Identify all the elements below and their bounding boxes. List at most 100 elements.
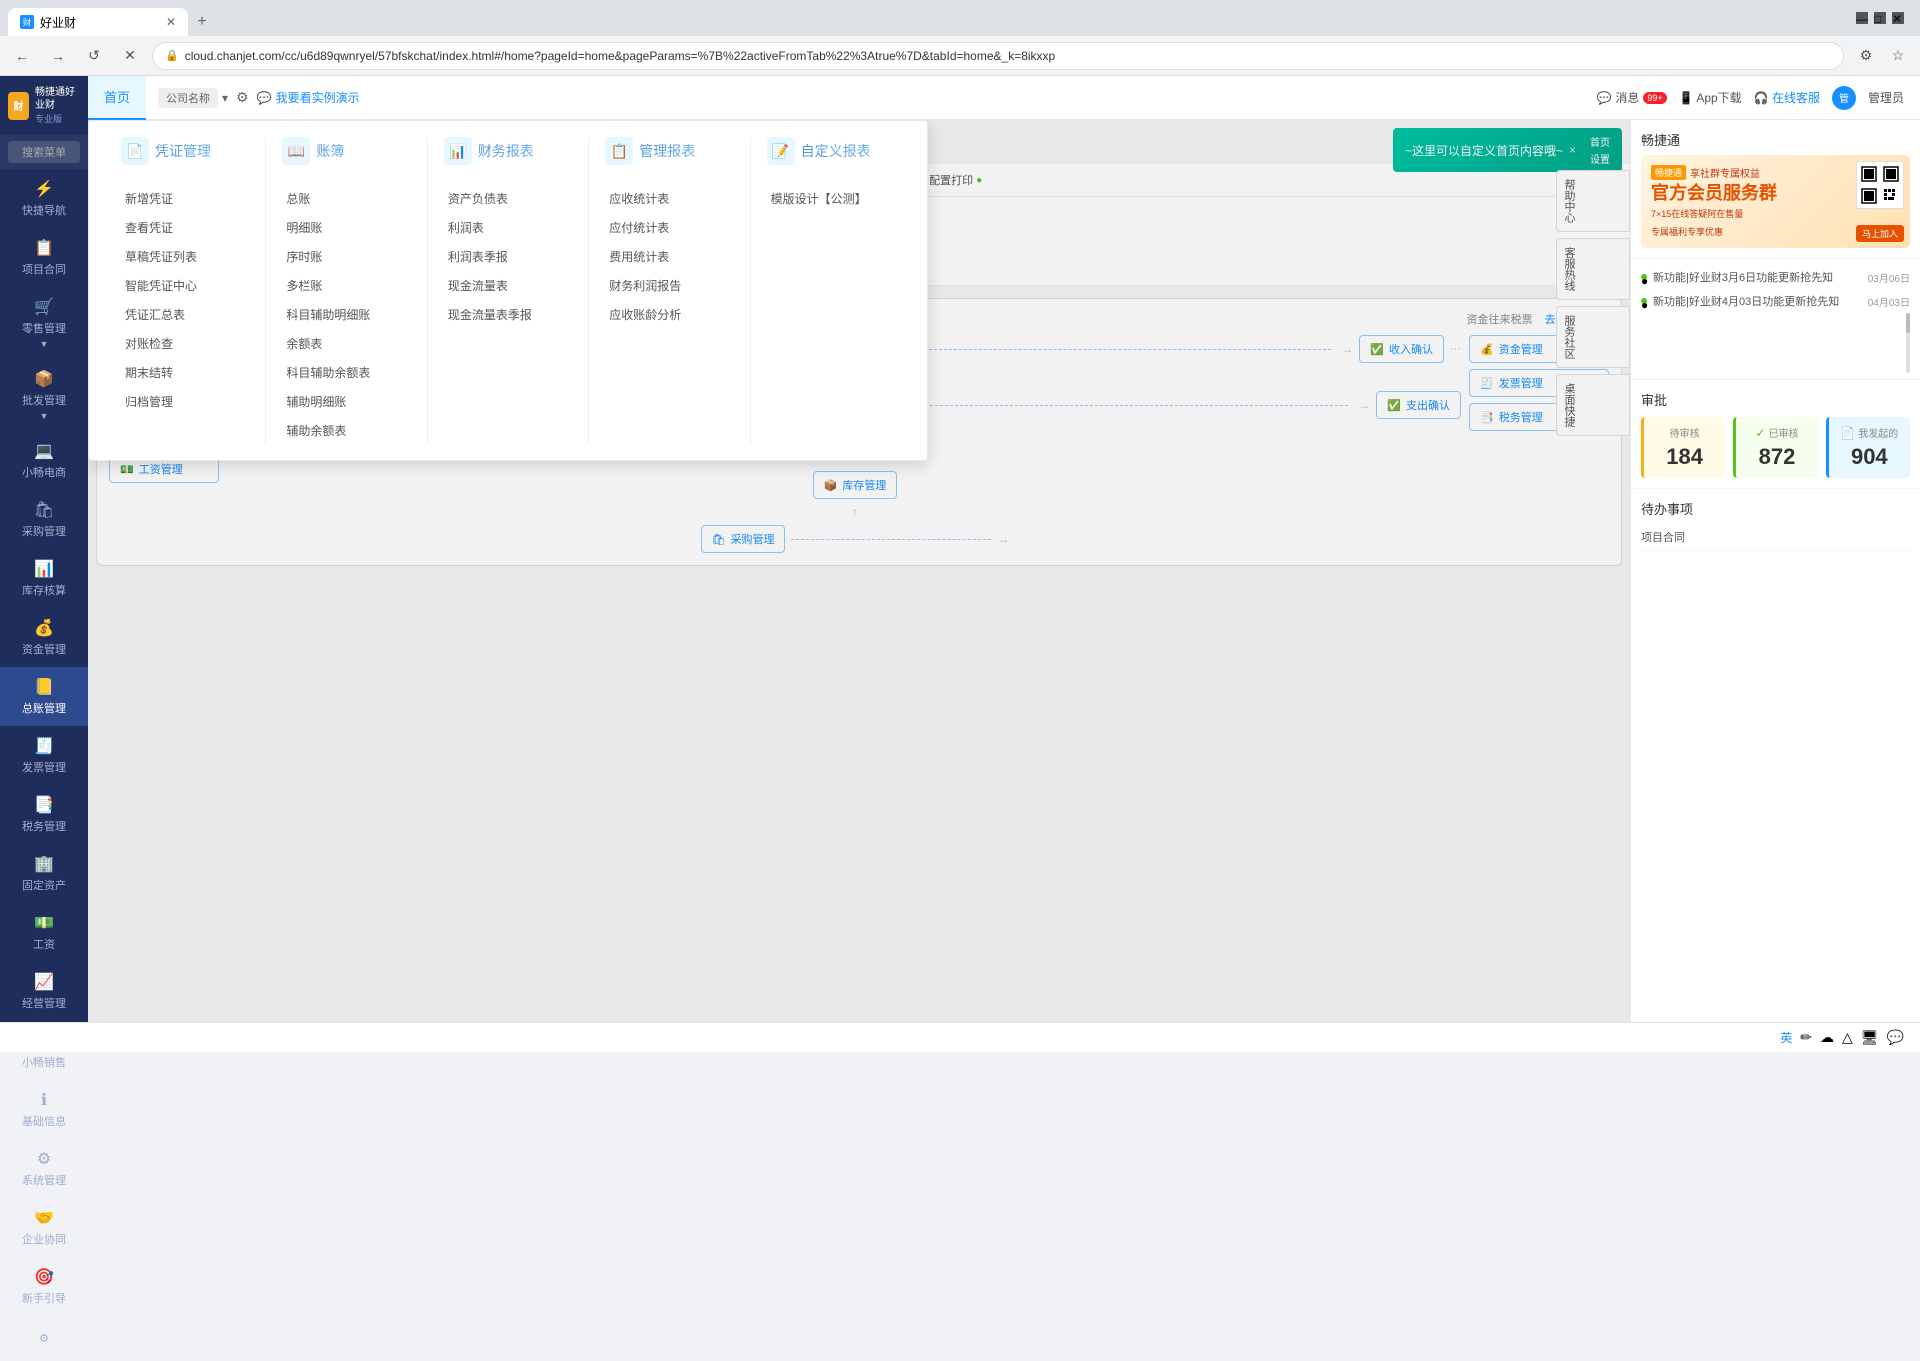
- menu-reconcile[interactable]: 对账检查: [121, 330, 249, 357]
- forward-button[interactable]: →: [44, 42, 72, 70]
- menu-multi-column[interactable]: 多栏账: [282, 272, 410, 299]
- dropdown-menu[interactable]: 📄 凭证管理 新增凭证 查看凭证 草稿凭证列表 智能凭证中心 凭证汇总表 对账检…: [88, 120, 928, 461]
- address-bar[interactable]: 🔒 cloud.chanjet.com/cc/u6d89qwnryel/57bf…: [152, 42, 1844, 70]
- sidebar-item-tax[interactable]: 📑 税务管理: [0, 785, 88, 844]
- bottom-icon-3[interactable]: △: [1842, 1029, 1853, 1046]
- news-item-1[interactable]: ● 新功能|好业财3月6日功能更新抢先知 03月06日: [1641, 265, 1910, 289]
- bottom-translate-btn[interactable]: 英: [1780, 1029, 1792, 1046]
- salary-icon: 💵: [34, 913, 54, 933]
- menu-fin-profit[interactable]: 财务利润报告: [605, 272, 733, 299]
- menu-new-voucher[interactable]: 新增凭证: [121, 185, 249, 212]
- menu-voucher-summary[interactable]: 凭证汇总表: [121, 301, 249, 328]
- news-item-2[interactable]: ● 新功能|好业财4月03日功能更新抢先知 04月03日: [1641, 289, 1910, 313]
- bookmark-button[interactable]: ☆: [1884, 42, 1912, 70]
- sidebar-item-shortcut[interactable]: ⚡ 快捷导航: [0, 169, 88, 228]
- browser-maximize[interactable]: □: [1874, 12, 1886, 24]
- system-label: 系统管理: [22, 1172, 66, 1188]
- sidebar-item-salary[interactable]: 💵 工资: [0, 903, 88, 962]
- menu-balance-sheet[interactable]: 资产负债表: [444, 185, 572, 212]
- search-bar[interactable]: 搜索菜单: [8, 141, 80, 163]
- menu-view-voucher[interactable]: 查看凭证: [121, 214, 249, 241]
- sidebar-item-ledger[interactable]: 📒 总账管理: [0, 667, 88, 726]
- menu-income-quarterly[interactable]: 利润表季报: [444, 243, 572, 270]
- logo-version: 专业版: [35, 112, 80, 125]
- user-avatar[interactable]: 管: [1832, 86, 1856, 110]
- bottom-icon-4[interactable]: 🖥: [1861, 1029, 1879, 1046]
- menu-receivable-stats[interactable]: 应收统计表: [605, 185, 733, 212]
- approval-section: 审批 待审核 184 ✓ 已审核 872: [1631, 380, 1920, 489]
- new-tab-button[interactable]: +: [188, 8, 216, 36]
- app-download-button[interactable]: 📱 App下载: [1679, 89, 1742, 106]
- company-dropdown-icon[interactable]: ▾: [222, 91, 228, 105]
- home-tab[interactable]: 首页: [88, 76, 146, 120]
- sidebar-item-purchase[interactable]: 🛍 采购管理: [0, 490, 88, 549]
- browser-tab[interactable]: 财 好业财 ✕: [8, 8, 188, 36]
- mgmt-report-category: 📋 管理报表 应收统计表 应付统计表 费用统计表 财务利润报告 应收账龄分析: [589, 137, 750, 444]
- sidebar-item-collab[interactable]: 🤝 企业协同: [0, 1198, 88, 1257]
- menu-cashflow-quarterly[interactable]: 现金流量表季报: [444, 301, 572, 328]
- browser-minimize[interactable]: —: [1856, 12, 1868, 24]
- menu-aux-detail[interactable]: 辅助明细账: [282, 388, 410, 415]
- demo-link[interactable]: 💬 我要看实例演示: [257, 89, 360, 106]
- bottom-icon-1[interactable]: ✏: [1800, 1029, 1812, 1046]
- browser-chrome: 财 好业财 ✕ + — □ ✕: [0, 0, 1920, 36]
- right-panel: 畅捷通 畅捷通 享社群专属权益 官方会员服务群 7×15在线答疑阿在售量: [1630, 120, 1920, 1052]
- operations-icon: 📈: [34, 972, 54, 992]
- sidebar-item-operations[interactable]: 📈 经营管理: [0, 962, 88, 1021]
- menu-aging-analysis[interactable]: 应收账龄分析: [605, 301, 733, 328]
- ledger-header: 📖 账簿: [282, 137, 410, 173]
- menu-income-stmt[interactable]: 利润表: [444, 214, 572, 241]
- sidebar-item-capital[interactable]: 💰 资金管理: [0, 608, 88, 667]
- company-settings-icon[interactable]: ⚙: [236, 89, 249, 106]
- delete-button[interactable]: ✕: [116, 42, 144, 70]
- menu-template-design[interactable]: 模版设计【公测】: [767, 185, 895, 212]
- menu-balance[interactable]: 余额表: [282, 330, 410, 357]
- bottom-icon-2[interactable]: ☁: [1820, 1029, 1834, 1046]
- sidebar-item-system[interactable]: ⚙ 系统管理: [0, 1139, 88, 1198]
- activity-join-button[interactable]: 马上加入: [1856, 225, 1904, 242]
- menu-expense-stats[interactable]: 费用统计表: [605, 243, 733, 270]
- menu-payable-stats[interactable]: 应付统计表: [605, 214, 733, 241]
- sidebar-item-guide[interactable]: 🎯 新手引导: [0, 1257, 88, 1316]
- approved-card[interactable]: ✓ 已审核 872: [1733, 417, 1817, 478]
- sidebar-item-fixed-assets[interactable]: 🏢 固定资产: [0, 844, 88, 903]
- sidebar-item-invoice[interactable]: 🧾 发票管理: [0, 726, 88, 785]
- menu-period-end[interactable]: 期末结转: [121, 359, 249, 386]
- my-approval-card[interactable]: 📄 我发起的 904: [1826, 417, 1910, 478]
- pending-approval-card[interactable]: 待审核 184: [1641, 417, 1725, 478]
- browser-close[interactable]: ✕: [1892, 12, 1904, 24]
- fixed-assets-icon: 🏢: [34, 854, 54, 874]
- sidebar-item-retail[interactable]: 🛒 零售管理 ▼: [0, 287, 88, 359]
- settings-button[interactable]: ⚙: [10, 1326, 78, 1351]
- menu-archive[interactable]: 归档管理: [121, 388, 249, 415]
- menu-journal[interactable]: 序时账: [282, 243, 410, 270]
- message-badge: 99+: [1643, 92, 1666, 104]
- menu-aux-balance[interactable]: 辅助余额表: [282, 417, 410, 444]
- menu-detail-ledger[interactable]: 明细账: [282, 214, 410, 241]
- refresh-button[interactable]: ↺: [80, 42, 108, 70]
- menu-subject-balance[interactable]: 科目辅助余额表: [282, 359, 410, 386]
- menu-smart-center[interactable]: 智能凭证中心: [121, 272, 249, 299]
- extensions-button[interactable]: ⚙: [1852, 42, 1880, 70]
- sidebar-item-wholesale[interactable]: 📦 批发管理 ▼: [0, 359, 88, 431]
- back-button[interactable]: ←: [8, 42, 36, 70]
- company-selector[interactable]: 公司名称 ▾: [158, 88, 228, 108]
- message-button[interactable]: 💬 消息 99+: [1596, 89, 1666, 106]
- todo-item-1[interactable]: 项目合同: [1641, 524, 1910, 551]
- scroll-thumb[interactable]: [1906, 313, 1910, 333]
- menu-general-ledger[interactable]: 总账: [282, 185, 410, 212]
- ledger-category: 📖 账簿 总账 明细账 序时账 多栏账 科目辅助明细账 余额表 科目辅助余额表: [266, 137, 427, 444]
- sidebar-item-search[interactable]: 搜索菜单: [0, 135, 88, 169]
- sidebar-item-project[interactable]: 📋 项目合同: [0, 228, 88, 287]
- fin-report-title: 财务报表: [478, 141, 534, 161]
- online-service-button[interactable]: 🎧 在线客服: [1754, 89, 1820, 106]
- tab-close-button[interactable]: ✕: [166, 15, 176, 29]
- menu-draft-voucher[interactable]: 草稿凭证列表: [121, 243, 249, 270]
- bottom-icon-5[interactable]: 💬: [1887, 1029, 1904, 1046]
- sidebar-item-ecommerce[interactable]: 💻 小畅电商: [0, 431, 88, 490]
- menu-cashflow[interactable]: 现金流量表: [444, 272, 572, 299]
- sidebar-item-inventory[interactable]: 📊 库存核算: [0, 549, 88, 608]
- mgmt-report-items: 应收统计表 应付统计表 费用统计表 财务利润报告 应收账龄分析: [605, 185, 733, 328]
- menu-subject-detail[interactable]: 科目辅助明细账: [282, 301, 410, 328]
- sidebar-item-basic-info[interactable]: ℹ 基础信息: [0, 1080, 88, 1139]
